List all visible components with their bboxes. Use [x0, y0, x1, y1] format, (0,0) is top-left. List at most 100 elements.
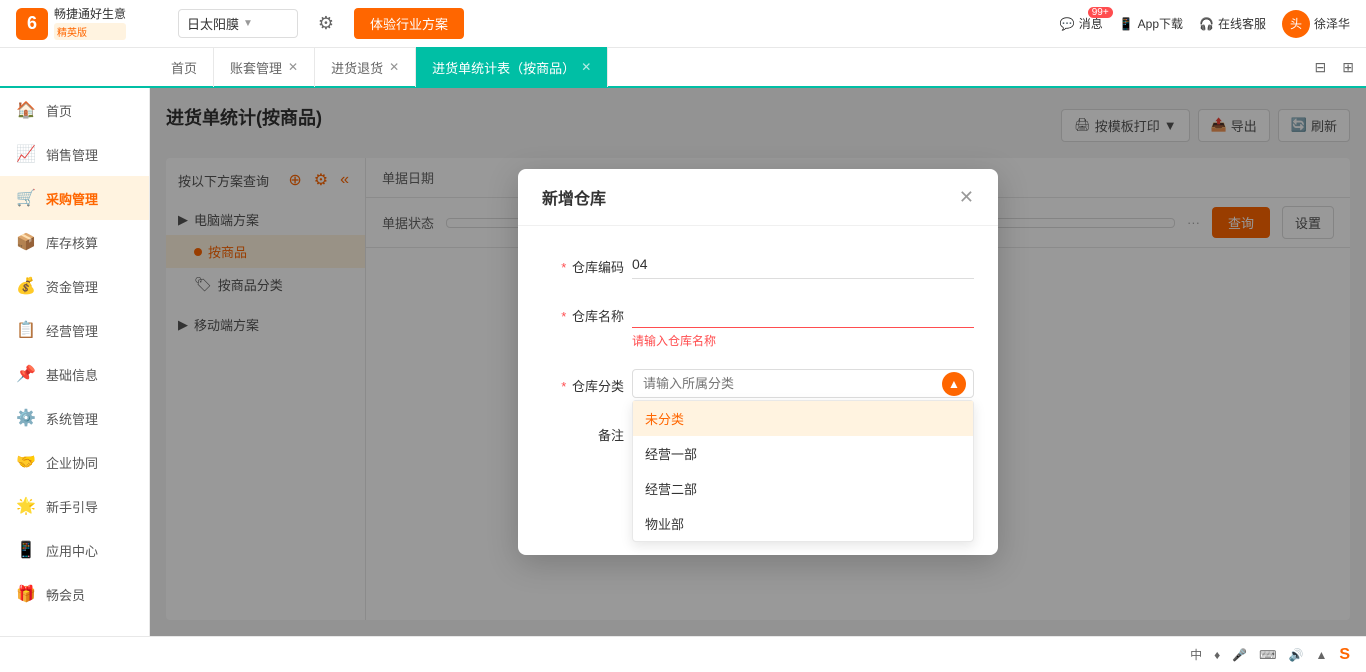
tab-account-label: 账套管理 [230, 58, 282, 77]
name-input[interactable] [632, 299, 974, 328]
user-avatar: 头 [1282, 10, 1310, 38]
category-dropdown-list: 未分类 经营一部 经营二部 物业部 [632, 400, 974, 542]
purchase-icon: 🛒 [16, 188, 36, 208]
message-badge: 99+ [1088, 7, 1113, 18]
tab-return-close[interactable]: ✕ [389, 60, 399, 74]
name-error-tip: 请输入仓库名称 [632, 332, 974, 349]
online-service-item[interactable]: 🎧 在线客服 [1199, 15, 1266, 32]
store-dropdown-arrow: ▼ [243, 18, 253, 29]
store-name: 日太阳膜 [187, 14, 239, 33]
dropdown-option-dept1[interactable]: 经营一部 [633, 436, 973, 471]
tab-bar: 首页 账套管理 ✕ 进货退货 ✕ 进货单统计表（按商品） ✕ ⊟ ⊞ [0, 48, 1366, 88]
sidebar-item-business[interactable]: 📋 经营管理 [0, 308, 149, 352]
sidebar-apps-label: 应用中心 [46, 541, 98, 560]
online-service-label: 在线客服 [1218, 15, 1266, 32]
sidebar-item-inventory[interactable]: 📦 库存核算 [0, 220, 149, 264]
apps-icon: 📱 [16, 540, 36, 560]
sidebar-sales-label: 销售管理 [46, 145, 98, 164]
logo-icon: 6 [16, 8, 48, 40]
tab-prev-icon[interactable]: ⊟ [1311, 55, 1331, 80]
tab-return[interactable]: 进货退货 ✕ [315, 47, 416, 87]
settings-icon[interactable]: ⚙ [310, 8, 342, 40]
remark-label: 备注 [542, 418, 632, 444]
status-keyboard-icon[interactable]: ⌨ [1259, 648, 1276, 662]
sidebar-basic-label: 基础信息 [46, 365, 98, 384]
message-item[interactable]: 💬 消息 99+ [1060, 15, 1103, 32]
dropdown-option-dept3[interactable]: 物业部 [633, 506, 973, 541]
enterprise-icon: 🤝 [16, 452, 36, 472]
sidebar-item-finance[interactable]: 💰 资金管理 [0, 264, 149, 308]
headphone-icon: 🎧 [1199, 17, 1214, 31]
sidebar-finance-label: 资金管理 [46, 277, 98, 296]
sidebar-item-enterprise[interactable]: 🤝 企业协同 [0, 440, 149, 484]
inventory-icon: 📦 [16, 232, 36, 252]
message-icon: 💬 [1060, 17, 1075, 31]
category-input-wrap: ▲ 未分类 经营一部 经营二部 物业部 [632, 369, 974, 398]
modal-title: 新增仓库 [542, 185, 606, 209]
tab-right-controls: ⊟ ⊞ [1311, 55, 1366, 80]
status-more-icon[interactable]: ▲ [1315, 648, 1327, 662]
code-input[interactable] [632, 250, 974, 279]
content-main: 进货单统计(按商品) 🖨 按模板打印 ▼ 📤 导出 🔄 刷新 [150, 88, 1366, 636]
tab-return-label: 进货退货 [331, 58, 383, 77]
system-icon: ⚙️ [16, 408, 36, 428]
code-row: * 仓库编码 [542, 250, 974, 279]
edition-badge: 精英版 [54, 23, 126, 40]
guide-icon: 🌟 [16, 496, 36, 516]
app-download-item[interactable]: 📱 App下载 [1119, 15, 1183, 32]
tab-expand-icon[interactable]: ⊞ [1338, 55, 1358, 80]
store-selector[interactable]: 日太阳膜 ▼ [178, 9, 298, 38]
logo-area: 6 畅捷通好生意 精英版 [16, 7, 166, 40]
username-label: 徐泽华 [1314, 15, 1350, 32]
add-warehouse-modal: 新增仓库 ✕ * 仓库编码 [518, 169, 998, 555]
code-input-wrap [632, 250, 974, 279]
company-name: 畅捷通好生意 [54, 7, 126, 23]
name-label: * 仓库名称 [542, 299, 632, 325]
modal-overlay: 新增仓库 ✕ * 仓库编码 [150, 88, 1366, 636]
tab-account-close[interactable]: ✕ [288, 60, 298, 74]
sidebar-item-purchase[interactable]: 🛒 采购管理 [0, 176, 149, 220]
sidebar-item-system[interactable]: ⚙️ 系统管理 [0, 396, 149, 440]
tab-account[interactable]: 账套管理 ✕ [214, 47, 315, 87]
sidebar-item-basic[interactable]: 📌 基础信息 [0, 352, 149, 396]
status-icons: 中 ♦ 🎤 ⌨ 🔊 ▲ S [1190, 646, 1350, 664]
tab-home[interactable]: 首页 [155, 47, 214, 87]
sidebar-guide-label: 新手引导 [46, 497, 98, 516]
sidebar-item-guide[interactable]: 🌟 新手引导 [0, 484, 149, 528]
sidebar-item-apps[interactable]: 📱 应用中心 [0, 528, 149, 572]
sidebar-inventory-label: 库存核算 [46, 233, 98, 252]
status-volume-icon[interactable]: 🔊 [1288, 648, 1303, 662]
top-header: 6 畅捷通好生意 精英版 日太阳膜 ▼ ⚙ 体验行业方案 💬 消息 99+ 📱 … [0, 0, 1366, 48]
modal-close-button[interactable]: ✕ [959, 187, 974, 208]
basic-icon: 📌 [16, 364, 36, 384]
sales-icon: 📈 [16, 144, 36, 164]
sidebar-system-label: 系统管理 [46, 409, 98, 428]
modal-body: * 仓库编码 * 仓库名称 [518, 226, 998, 483]
status-chinese-icon[interactable]: 中 [1190, 646, 1202, 663]
tab-statistics-close[interactable]: ✕ [581, 60, 591, 74]
finance-icon: 💰 [16, 276, 36, 296]
header-right: 💬 消息 99+ 📱 App下载 🎧 在线客服 头 徐泽华 [1060, 10, 1350, 38]
category-input[interactable] [632, 369, 974, 398]
sidebar-item-sales[interactable]: 📈 销售管理 [0, 132, 149, 176]
home-icon: 🏠 [16, 100, 36, 120]
tab-home-label: 首页 [171, 58, 197, 77]
status-dot-icon: ♦ [1214, 648, 1220, 662]
sidebar-item-vip[interactable]: 🎁 畅会员 [0, 572, 149, 616]
tab-statistics[interactable]: 进货单统计表（按商品） ✕ [416, 47, 608, 87]
code-label: * 仓库编码 [542, 250, 632, 276]
status-bar: 中 ♦ 🎤 ⌨ 🔊 ▲ S [0, 636, 1366, 672]
status-mic-icon[interactable]: 🎤 [1232, 648, 1247, 662]
dropdown-option-dept2[interactable]: 经营二部 [633, 471, 973, 506]
dropdown-option-unclassified[interactable]: 未分类 [633, 401, 973, 436]
vip-icon: 🎁 [16, 584, 36, 604]
main-layout: 🏠 首页 📈 销售管理 🛒 采购管理 📦 库存核算 💰 资金管理 📋 经营管理 … [0, 88, 1366, 636]
name-row: * 仓库名称 请输入仓库名称 [542, 299, 974, 349]
logo-s: S [1339, 646, 1350, 664]
app-download-label: App下载 [1138, 15, 1183, 32]
category-dropdown-arrow[interactable]: ▲ [942, 372, 966, 396]
trial-button[interactable]: 体验行业方案 [354, 8, 464, 39]
name-input-wrap: 请输入仓库名称 [632, 299, 974, 349]
user-item[interactable]: 头 徐泽华 [1282, 10, 1350, 38]
sidebar-item-home[interactable]: 🏠 首页 [0, 88, 149, 132]
